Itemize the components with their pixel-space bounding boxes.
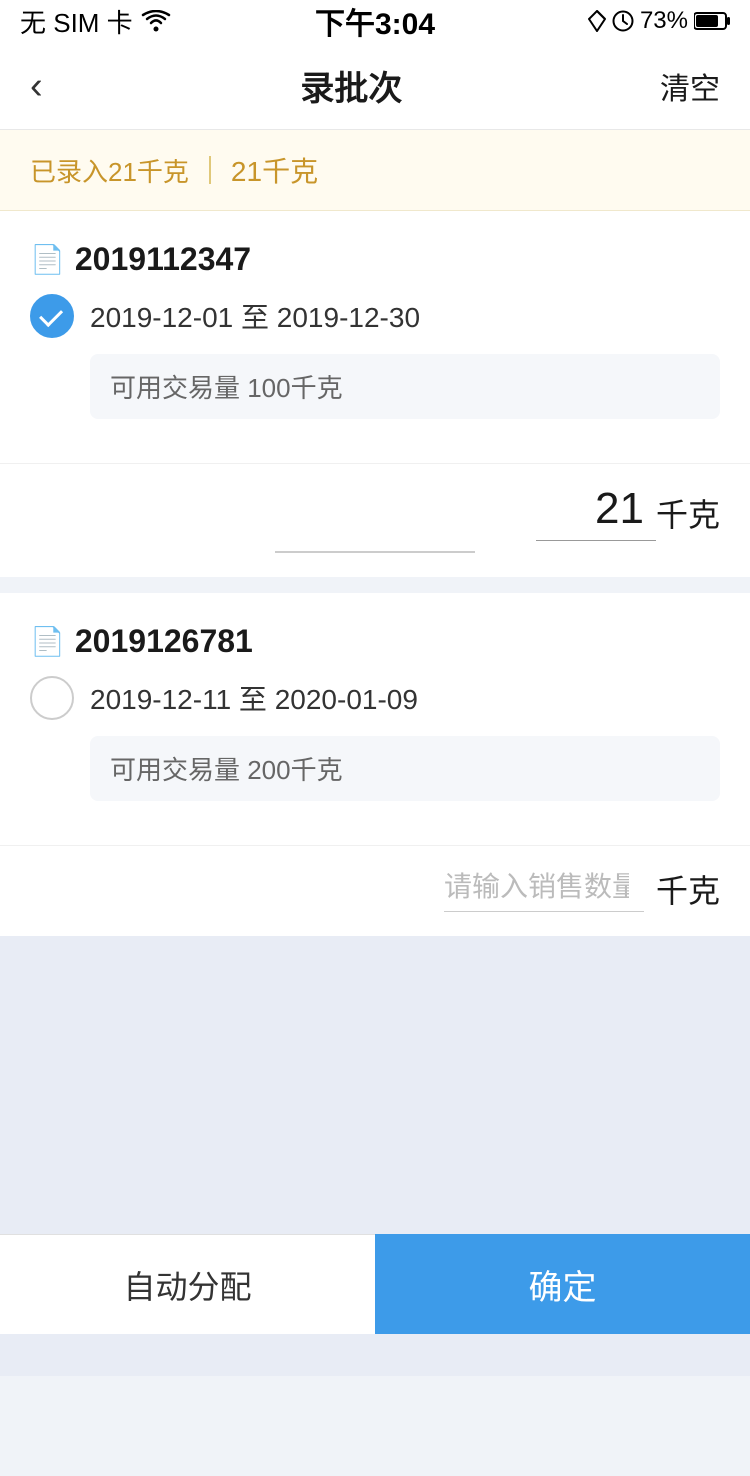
- info-banner: 已录入21千克 21千克: [0, 130, 750, 211]
- status-time: 下午3:04: [315, 0, 435, 43]
- location-icon: [588, 10, 606, 32]
- card-separator: [0, 577, 750, 593]
- batch-1-qty-row: 21 千克: [0, 463, 750, 541]
- batch-1-qty-value: 21: [595, 484, 644, 533]
- status-left: 无 SIM 卡: [20, 3, 171, 40]
- recorded-label: 已录入21千克: [30, 152, 189, 189]
- confirm-button[interactable]: 确定: [375, 1234, 750, 1334]
- batch-1-id: 2019112347: [75, 241, 251, 278]
- status-right: 73%: [588, 7, 730, 35]
- batch-1-qty-container: 21: [536, 484, 656, 541]
- batch-card-2-inner: 📄 2019126781 2019-12-11 至 2020-01-09 可用交…: [0, 593, 750, 841]
- batch-2-input-row: 千克: [0, 845, 750, 912]
- clock-icon: [612, 10, 634, 32]
- page-title: 录批次: [300, 61, 402, 110]
- batch-1-date: 2019-12-01 至 2019-12-30: [90, 296, 420, 336]
- battery-icon: [694, 12, 730, 30]
- batch-card-2: 📄 2019126781 2019-12-11 至 2020-01-09 可用交…: [0, 593, 750, 936]
- batch-2-row: 2019-12-11 至 2020-01-09: [30, 676, 720, 720]
- batch-2-icon: 📄: [30, 625, 65, 658]
- batch-2-header: 📄 2019126781: [30, 623, 720, 660]
- carrier-text: 无 SIM 卡: [20, 3, 133, 40]
- nav-bar: ‹ 录批次 清空: [0, 42, 750, 130]
- bottom-bar: 自动分配 确定: [0, 1234, 750, 1334]
- auto-distribute-button[interactable]: 自动分配: [0, 1234, 375, 1334]
- batch-1-row: 2019-12-01 至 2019-12-30: [30, 294, 720, 338]
- info-amount: 21千克: [231, 150, 318, 190]
- batch-2-qty-input[interactable]: [444, 866, 644, 912]
- batch-1-qty-unit: 千克: [656, 490, 720, 536]
- batch-1-header: 📄 2019112347: [30, 241, 720, 278]
- batch-2-unit: 千克: [656, 866, 720, 912]
- info-divider: [209, 156, 211, 184]
- batch-card-1: 📄 2019112347 2019-12-01 至 2019-12-30 可用交…: [0, 211, 750, 577]
- batch-1-available: 可用交易量 100千克: [90, 354, 720, 419]
- batch-2-date: 2019-12-11 至 2020-01-09: [90, 678, 418, 718]
- wifi-icon: [141, 10, 171, 32]
- batch-card-1-inner: 📄 2019112347 2019-12-01 至 2019-12-30 可用交…: [0, 211, 750, 459]
- batch-2-id: 2019126781: [75, 623, 253, 660]
- batch-1-icon: 📄: [30, 243, 65, 276]
- batch-1-radio[interactable]: [30, 294, 74, 338]
- status-bar: 无 SIM 卡 下午3:04 73%: [0, 0, 750, 42]
- battery-text: 73%: [640, 7, 688, 35]
- clear-button[interactable]: 清空: [660, 64, 720, 108]
- batch-2-radio[interactable]: [30, 676, 74, 720]
- back-button[interactable]: ‹: [30, 67, 43, 105]
- batch-2-available: 可用交易量 200千克: [90, 736, 720, 801]
